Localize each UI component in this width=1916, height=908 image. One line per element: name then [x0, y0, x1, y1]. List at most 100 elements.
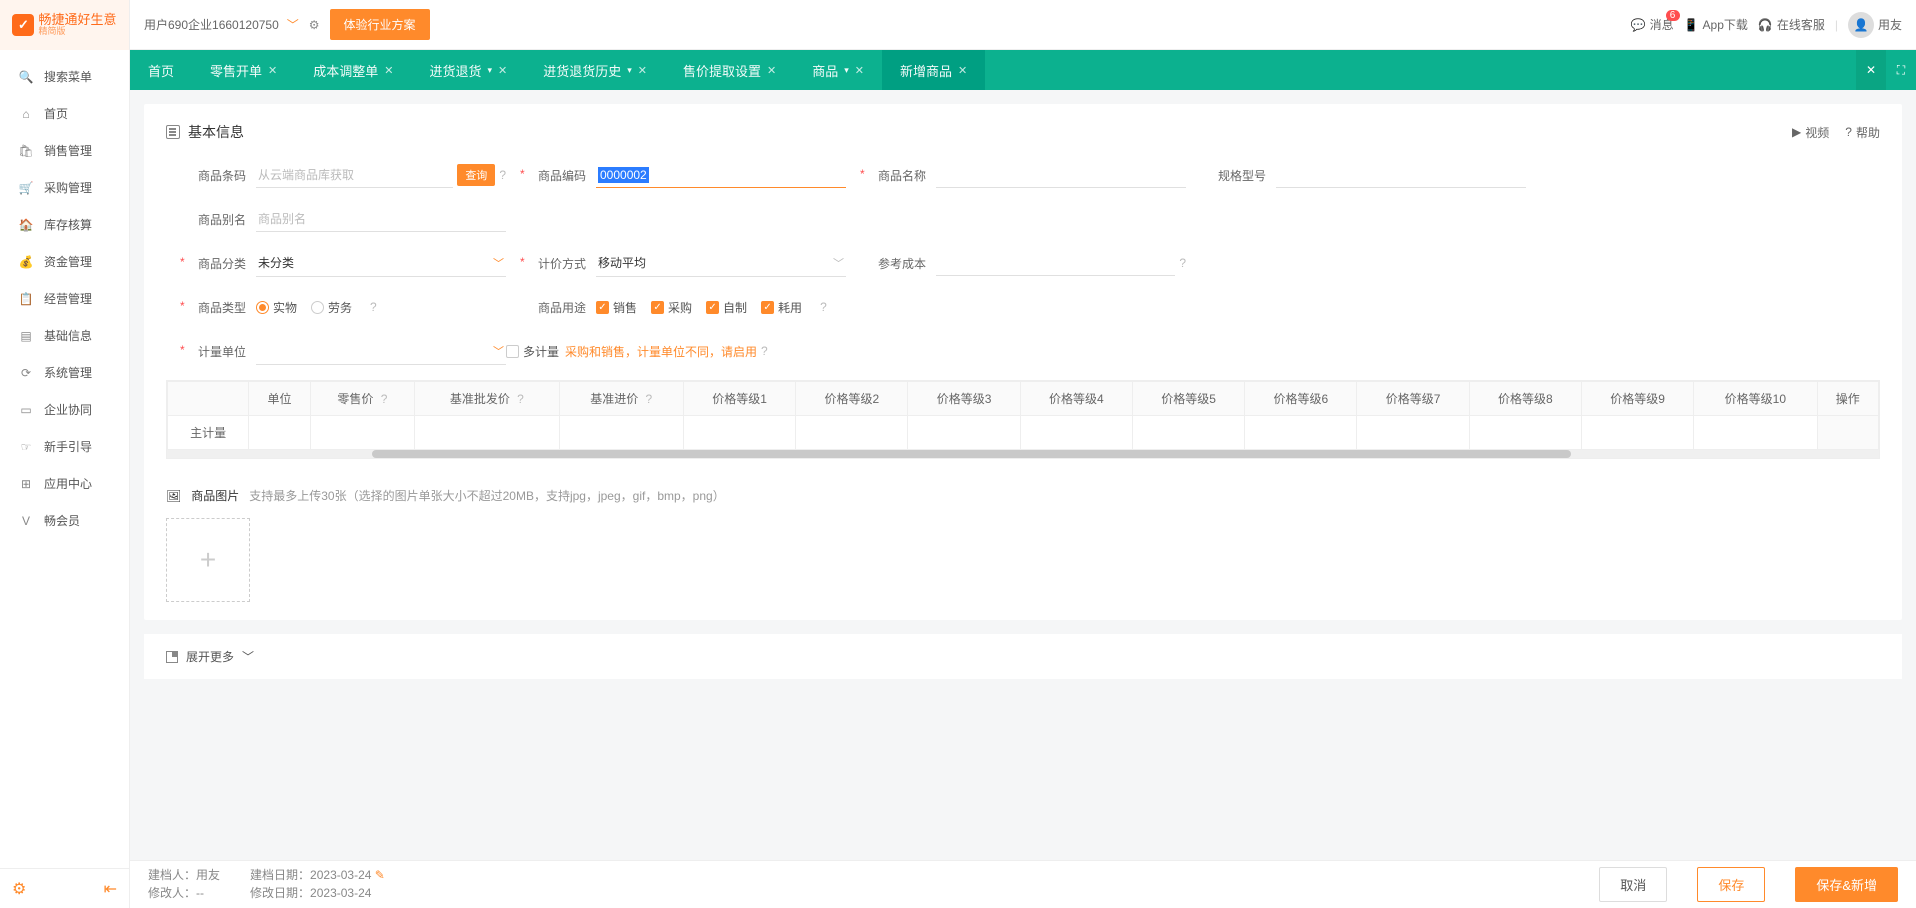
sidebar-item-4[interactable]: 🏠库存核算: [0, 206, 129, 243]
alias-input[interactable]: [256, 207, 506, 232]
sidebar-item-2[interactable]: 🛍销售管理: [0, 132, 129, 169]
usage-chk-sale[interactable]: ✓销售: [596, 299, 637, 316]
price-cell[interactable]: [908, 416, 1020, 450]
sidebar-item-0[interactable]: 🔍搜索菜单: [0, 58, 129, 95]
help-icon[interactable]: ?: [370, 300, 377, 314]
name-input[interactable]: [936, 163, 1186, 188]
settings-gear-icon[interactable]: ⚙: [12, 879, 26, 899]
tab-5[interactable]: 售价提取设置✕: [665, 50, 794, 90]
save-button[interactable]: 保存: [1697, 867, 1765, 902]
price-cell[interactable]: [1694, 416, 1817, 450]
images-label: 商品图片: [191, 487, 239, 504]
sidebar-item-5[interactable]: 💰资金管理: [0, 243, 129, 280]
tab-close-icon[interactable]: ✕: [767, 64, 776, 77]
tab-close-icon[interactable]: ✕: [498, 64, 507, 77]
app-icon: ⊞: [18, 476, 34, 492]
sidebar-item-6[interactable]: 📋经营管理: [0, 280, 129, 317]
help-icon[interactable]: ?: [381, 392, 388, 406]
tab-close-icon[interactable]: ✕: [268, 64, 277, 77]
usage-chk-make[interactable]: ✓自制: [706, 299, 747, 316]
barcode-query-button[interactable]: 查询: [457, 164, 495, 186]
sidebar-item-3[interactable]: 🛒采购管理: [0, 169, 129, 206]
price-cell[interactable]: [1469, 416, 1581, 450]
account-menu[interactable]: 👤 用友: [1848, 12, 1902, 38]
help-icon[interactable]: ?: [761, 344, 768, 358]
tab-close-icon[interactable]: ✕: [855, 64, 864, 77]
tab-6[interactable]: 商品▾✕: [794, 50, 882, 90]
price-col-header: 价格等级5: [1132, 382, 1244, 416]
tabs-fullscreen-icon[interactable]: ⛶: [1886, 50, 1916, 90]
sidebar-item-8[interactable]: ⟳系统管理: [0, 354, 129, 391]
code-input[interactable]: 0000002: [596, 163, 846, 188]
help-icon[interactable]: ?: [646, 392, 653, 406]
code-label: 商品编码: [506, 167, 596, 184]
unit-select[interactable]: ﹀: [256, 338, 506, 365]
warehouse-icon: 🏠: [18, 217, 34, 233]
sidebar-item-12[interactable]: V畅会员: [0, 502, 129, 539]
usage-chk-purchase[interactable]: ✓采购: [651, 299, 692, 316]
try-industry-button[interactable]: 体验行业方案: [330, 9, 430, 40]
help-icon[interactable]: ?: [517, 392, 524, 406]
price-cell[interactable]: [1245, 416, 1357, 450]
type-radio-physical[interactable]: 实物: [256, 299, 297, 316]
edit-date-icon[interactable]: ✎: [375, 868, 385, 882]
price-cell[interactable]: [1020, 416, 1132, 450]
video-link[interactable]: ▶ 视频: [1792, 124, 1829, 141]
tab-1[interactable]: 零售开单✕: [192, 50, 295, 90]
sidebar-item-7[interactable]: ▤基础信息: [0, 317, 129, 354]
tab-close-icon[interactable]: ✕: [384, 64, 393, 77]
usage-chk-consume[interactable]: ✓耗用: [761, 299, 802, 316]
refcost-input[interactable]: [936, 251, 1175, 276]
table-scrollbar[interactable]: [167, 450, 1879, 458]
sidebar-item-10[interactable]: ☞新手引导: [0, 428, 129, 465]
price-cell[interactable]: [1817, 416, 1879, 450]
save-and-new-button[interactable]: 保存&新增: [1795, 867, 1898, 902]
price-cell[interactable]: [1357, 416, 1469, 450]
barcode-label: 商品条码: [166, 167, 256, 184]
tenant-selector[interactable]: 用户690企业1660120750 ﹀: [144, 16, 299, 33]
price-cell[interactable]: [415, 416, 559, 450]
type-radio-service[interactable]: 劳务: [311, 299, 352, 316]
tabs-close-all-icon[interactable]: ✕: [1856, 50, 1886, 90]
tab-4[interactable]: 进货退货历史▾✕: [525, 50, 665, 90]
brand-logo: ✓ 畅捷通好生意 精简版: [0, 0, 129, 50]
sidebar-item-1[interactable]: ⌂首页: [0, 95, 129, 132]
price-cell[interactable]: [559, 416, 683, 450]
price-cell[interactable]: [310, 416, 415, 450]
price-cell[interactable]: [1581, 416, 1693, 450]
add-image-button[interactable]: +: [166, 518, 250, 602]
help-link[interactable]: ? 帮助: [1845, 124, 1880, 141]
sidebar-item-9[interactable]: ▭企业协同: [0, 391, 129, 428]
brand-mark-icon: ✓: [12, 14, 34, 36]
sidebar-item-11[interactable]: ⊞应用中心: [0, 465, 129, 502]
sidebar-item-label: 采购管理: [44, 179, 92, 196]
category-select[interactable]: 未分类 ﹀: [256, 249, 506, 277]
tab-3[interactable]: 进货退货▾✕: [411, 50, 525, 90]
tenant-settings-icon[interactable]: ⚙: [309, 18, 320, 32]
tabs-bar: 首页零售开单✕成本调整单✕进货退货▾✕进货退货历史▾✕售价提取设置✕商品▾✕新增…: [130, 50, 1916, 90]
cancel-button[interactable]: 取消: [1599, 867, 1667, 902]
sidebar-collapse-icon[interactable]: ⇤: [104, 879, 117, 899]
help-icon[interactable]: ?: [499, 168, 506, 182]
tab-2[interactable]: 成本调整单✕: [295, 50, 411, 90]
help-icon[interactable]: ?: [1179, 256, 1186, 270]
pricing-select[interactable]: 移动平均 ﹀: [596, 249, 846, 277]
sidebar-item-label: 企业协同: [44, 401, 92, 418]
price-cell[interactable]: [683, 416, 795, 450]
spec-input[interactable]: [1276, 163, 1526, 188]
tab-7[interactable]: 新增商品✕: [882, 50, 985, 90]
multi-unit-checkbox[interactable]: 多计量: [506, 343, 559, 360]
price-cell[interactable]: [796, 416, 908, 450]
tab-0[interactable]: 首页: [130, 50, 192, 90]
tab-close-icon[interactable]: ✕: [638, 64, 647, 77]
tab-close-icon[interactable]: ✕: [958, 64, 967, 77]
messages-link[interactable]: 💬 消息 6: [1631, 16, 1674, 33]
home-icon: ⌂: [18, 106, 34, 122]
app-download-link[interactable]: 📱 App下载: [1684, 16, 1748, 33]
expand-more[interactable]: 展开更多 ﹀: [144, 634, 1902, 679]
barcode-input[interactable]: [256, 163, 453, 188]
price-cell[interactable]: [249, 416, 310, 450]
help-icon[interactable]: ?: [820, 300, 827, 314]
support-link[interactable]: 🎧 在线客服: [1758, 16, 1825, 33]
price-cell[interactable]: [1132, 416, 1244, 450]
